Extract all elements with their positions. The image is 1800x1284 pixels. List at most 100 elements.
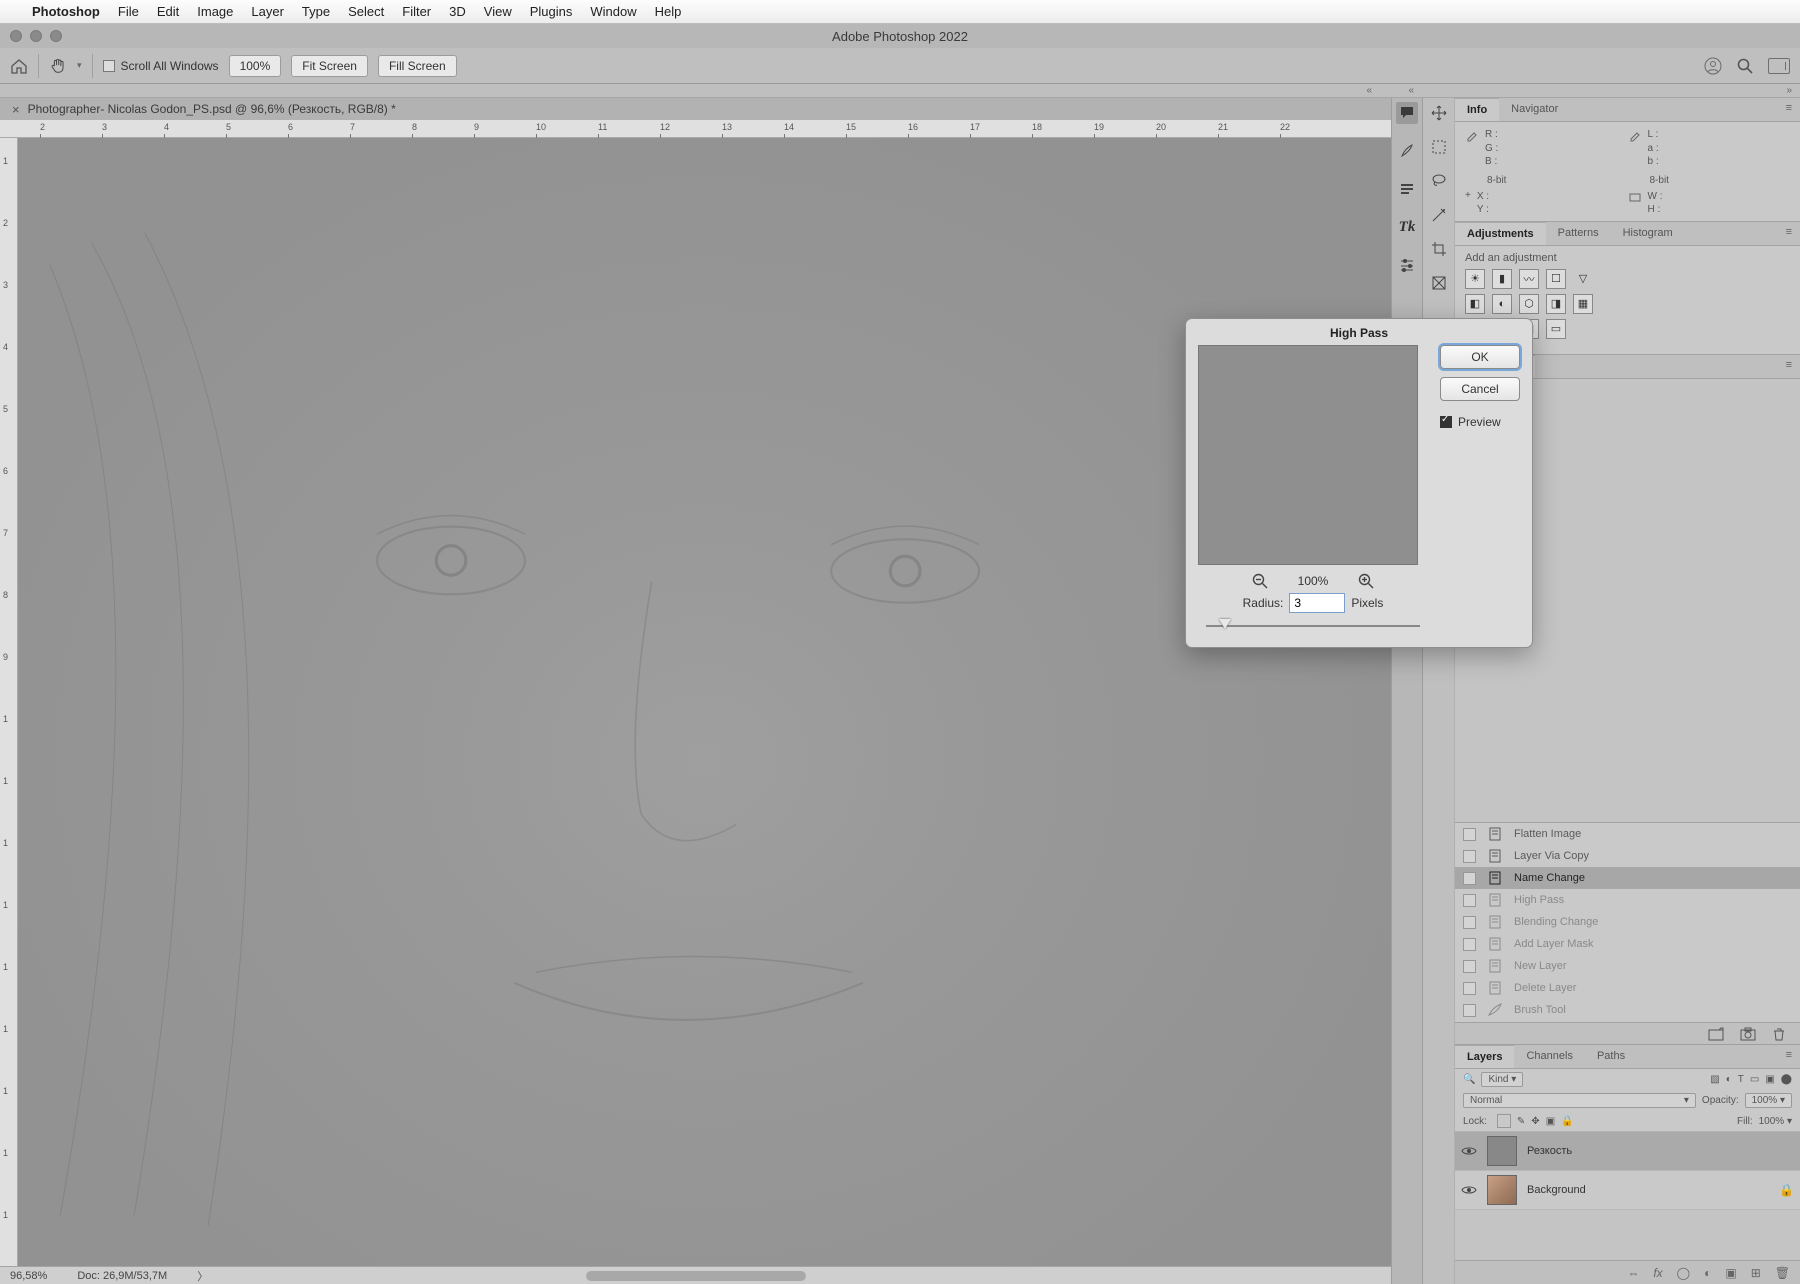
panel-menu-icon[interactable]: ≡ <box>1778 222 1800 245</box>
horizontal-scrollbar[interactable] <box>586 1271 806 1281</box>
properties-panel-icon[interactable] <box>1396 254 1418 276</box>
panel-menu-icon[interactable]: ≡ <box>1778 1045 1800 1068</box>
history-toggle[interactable] <box>1463 960 1476 973</box>
visibility-icon[interactable] <box>1461 1145 1477 1157</box>
hue-icon[interactable]: ◐ <box>1492 294 1512 314</box>
new-layer-icon[interactable]: ⊞ <box>1751 1266 1761 1280</box>
cancel-button[interactable]: Cancel <box>1440 377 1520 401</box>
filter-toggle-icon[interactable]: ⬤ <box>1781 1074 1792 1085</box>
layer-row[interactable]: Background🔒 <box>1455 1171 1800 1210</box>
camera-icon[interactable] <box>1740 1027 1756 1041</box>
panel-menu-icon[interactable]: ≡ <box>1778 355 1800 378</box>
menu-3d[interactable]: 3D <box>449 4 466 19</box>
menu-plugins[interactable]: Plugins <box>530 4 573 19</box>
panel-menu-icon[interactable]: ≡ <box>1778 98 1800 121</box>
triangle-icon[interactable]: ▽ <box>1573 269 1593 289</box>
layer-filter-dropdown[interactable]: Kind ▾ <box>1481 1072 1523 1087</box>
tool-preset-chevron[interactable]: ▾ <box>77 60 82 71</box>
menu-type[interactable]: Type <box>302 4 330 19</box>
zoom-out-icon[interactable] <box>1252 573 1268 589</box>
filter-pixel-icon[interactable]: ▧ <box>1710 1074 1719 1085</box>
menu-filter[interactable]: Filter <box>402 4 431 19</box>
frame-tool-icon[interactable] <box>1428 272 1450 294</box>
menu-image[interactable]: Image <box>197 4 233 19</box>
tab-info[interactable]: Info <box>1455 98 1499 121</box>
lock-brush-icon[interactable]: ✎ <box>1517 1116 1525 1127</box>
brush-panel-icon[interactable] <box>1396 140 1418 162</box>
history-toggle[interactable] <box>1463 938 1476 951</box>
blend-mode-dropdown[interactable]: Normal ▾ <box>1463 1093 1696 1108</box>
high-pass-dialog[interactable]: High Pass 100% Radius: Pixels OK Cancel … <box>1185 318 1533 648</box>
tab-adjustments[interactable]: Adjustments <box>1455 222 1546 245</box>
grid-icon[interactable]: ▦ <box>1573 294 1593 314</box>
color-balance-icon[interactable]: ⬡ <box>1519 294 1539 314</box>
menu-help[interactable]: Help <box>655 4 682 19</box>
group-icon[interactable]: ▣ <box>1725 1266 1736 1280</box>
trash-icon[interactable] <box>1772 1027 1786 1041</box>
mask-icon[interactable]: ◯ <box>1677 1266 1690 1280</box>
lock-transparent-icon[interactable] <box>1497 1114 1511 1128</box>
lock-artboard-icon[interactable]: ▣ <box>1546 1116 1555 1127</box>
expand-handle-icon[interactable]: « <box>1366 85 1372 96</box>
tab-paths[interactable]: Paths <box>1585 1045 1637 1068</box>
app-name[interactable]: Photoshop <box>32 4 100 19</box>
layer-name[interactable]: Background <box>1527 1184 1586 1196</box>
scroll-all-windows-checkbox[interactable]: Scroll All Windows <box>103 59 219 73</box>
lock-all-icon[interactable]: 🔒 <box>1561 1116 1573 1127</box>
tab-histogram[interactable]: Histogram <box>1611 222 1685 245</box>
tab-channels[interactable]: Channels <box>1514 1045 1584 1068</box>
zoom-100-button[interactable]: 100% <box>229 55 282 77</box>
close-tab-icon[interactable]: × <box>12 102 20 117</box>
fill-screen-button[interactable]: Fill Screen <box>378 55 457 77</box>
doc-size-readout[interactable]: Doc: 26,9M/53,7M <box>77 1270 167 1282</box>
history-toggle[interactable] <box>1463 872 1476 885</box>
home-icon[interactable] <box>10 57 28 75</box>
history-item[interactable]: Delete Layer <box>1455 977 1800 999</box>
workspace-switcher-icon[interactable] <box>1768 58 1790 74</box>
history-item[interactable]: Layer Via Copy <box>1455 845 1800 867</box>
menu-view[interactable]: View <box>484 4 512 19</box>
menu-edit[interactable]: Edit <box>157 4 179 19</box>
menu-select[interactable]: Select <box>348 4 384 19</box>
filter-adjust-icon[interactable]: ◐ <box>1726 1074 1732 1085</box>
cloud-user-icon[interactable] <box>1704 57 1722 75</box>
fill-input[interactable]: 100% ▾ <box>1759 1116 1792 1127</box>
character-panel-icon[interactable]: Tk <box>1396 216 1418 238</box>
history-item[interactable]: New Layer <box>1455 955 1800 977</box>
gradient-map-icon[interactable]: ▭ <box>1546 319 1566 339</box>
paragraph-panel-icon[interactable] <box>1396 178 1418 200</box>
history-item[interactable]: Name Change <box>1455 867 1800 889</box>
preview-checkbox[interactable]: Preview <box>1440 415 1520 429</box>
tab-navigator[interactable]: Navigator <box>1499 98 1570 121</box>
ruler-horizontal[interactable]: 2345678910111213141516171819202122 <box>0 120 1391 138</box>
traffic-close[interactable] <box>10 30 22 42</box>
dialog-preview[interactable] <box>1198 345 1418 565</box>
trash-icon[interactable]: 🗑 <box>1775 1266 1790 1280</box>
lasso-tool-icon[interactable] <box>1428 170 1450 192</box>
mac-menu-bar[interactable]: Photoshop File Edit Image Layer Type Sel… <box>0 0 1800 24</box>
history-toggle[interactable] <box>1463 916 1476 929</box>
brightness-icon[interactable]: ☀ <box>1465 269 1485 289</box>
tab-layers[interactable]: Layers <box>1455 1045 1514 1068</box>
link-layers-icon[interactable]: ⇔ <box>1627 1266 1639 1280</box>
history-item[interactable]: Blending Change <box>1455 911 1800 933</box>
wand-tool-icon[interactable] <box>1428 204 1450 226</box>
history-toggle[interactable] <box>1463 982 1476 995</box>
history-toggle[interactable] <box>1463 828 1476 841</box>
history-toggle[interactable] <box>1463 850 1476 863</box>
ok-button[interactable]: OK <box>1440 345 1520 369</box>
history-toggle[interactable] <box>1463 894 1476 907</box>
expand-handle-icon[interactable]: » <box>1786 85 1792 96</box>
zoom-in-icon[interactable] <box>1358 573 1374 589</box>
lock-move-icon[interactable]: ✥ <box>1531 1116 1539 1127</box>
traffic-zoom[interactable] <box>50 30 62 42</box>
levels-icon[interactable]: ▮ <box>1492 269 1512 289</box>
canvas[interactable] <box>18 138 1391 1266</box>
visibility-icon[interactable] <box>1461 1184 1477 1196</box>
status-chevron-icon[interactable]: 〉 <box>197 1268 208 1284</box>
history-item[interactable]: Flatten Image <box>1455 823 1800 845</box>
radius-slider[interactable] <box>1206 619 1420 633</box>
hand-tool-icon[interactable] <box>49 57 67 75</box>
ruler-vertical[interactable]: 123456789111111111 <box>0 138 18 1266</box>
radius-input[interactable] <box>1289 593 1345 613</box>
